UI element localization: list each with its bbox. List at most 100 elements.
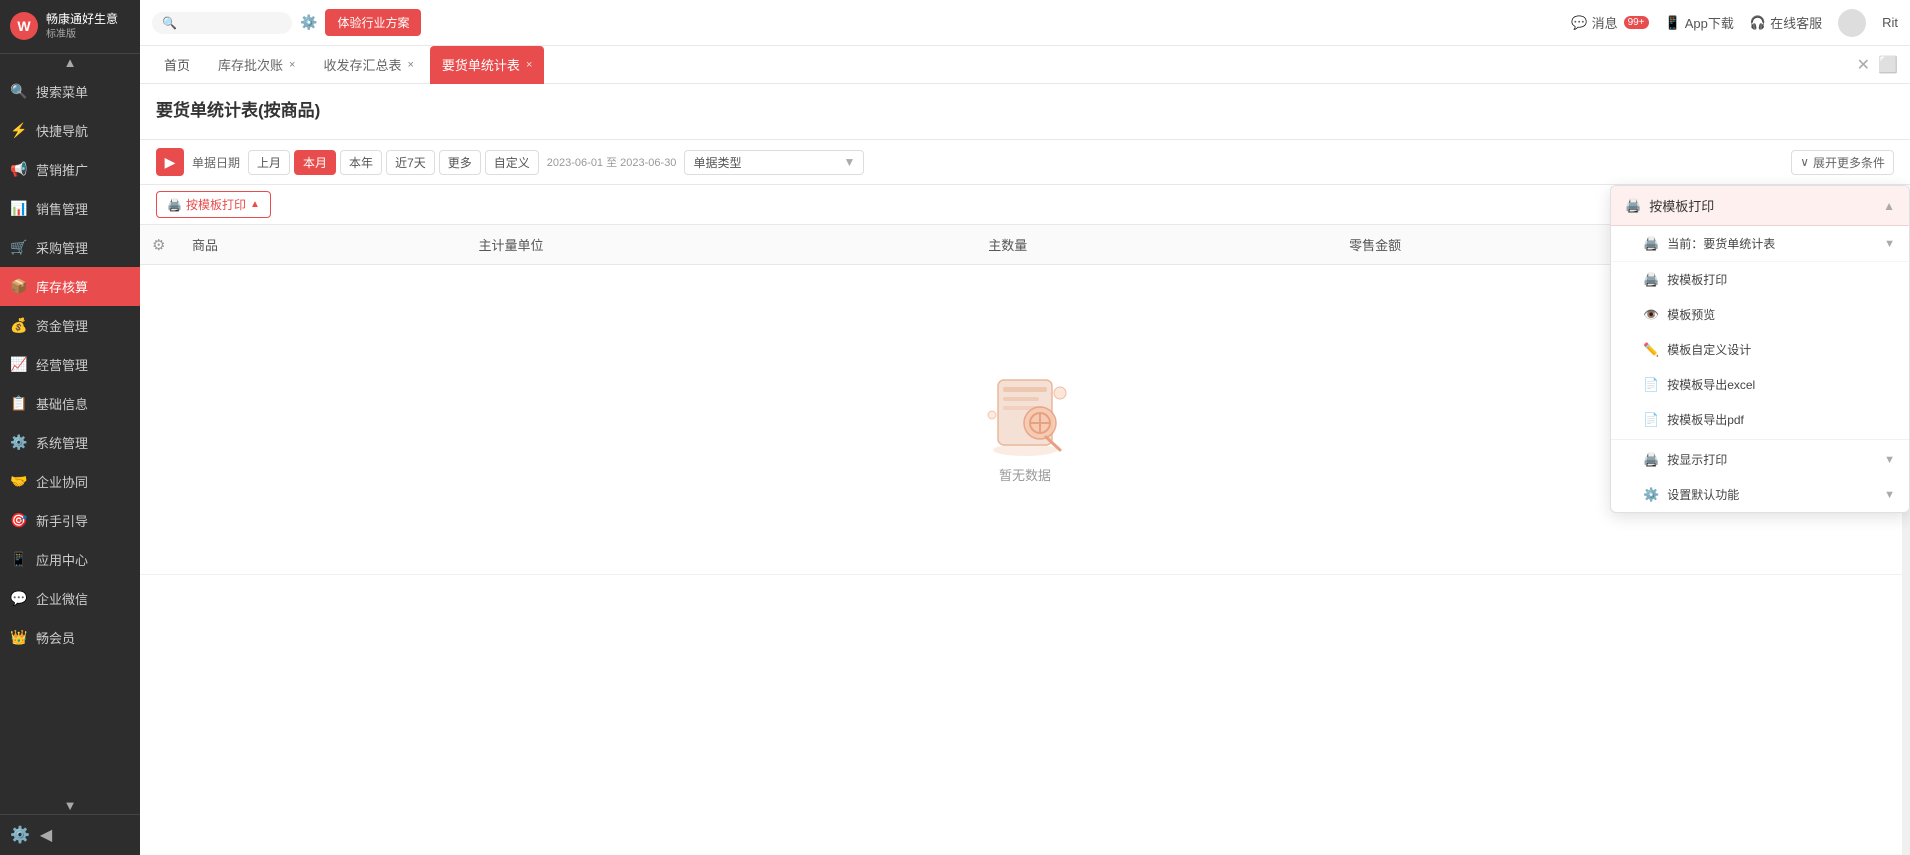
page-title: 要货单统计表(按商品) — [156, 96, 1894, 121]
table-col-unit: 主计量单位 — [466, 225, 976, 265]
quick-nav-icon: ⚡ — [10, 121, 28, 139]
date-btn-this-month[interactable]: 本月 — [294, 150, 336, 175]
date-btn-more[interactable]: 更多 — [439, 150, 481, 175]
industry-btn[interactable]: 体验行业方案 — [325, 9, 421, 36]
sidebar-item-quick-nav[interactable]: ⚡ 快捷导航 — [0, 111, 140, 150]
sidebar-item-member[interactable]: 👑 畅会员 — [0, 618, 140, 657]
operation-icon: 📈 — [10, 355, 28, 373]
print-label: 按模板打印 — [186, 196, 246, 213]
current-arrow-icon: ▼ — [1884, 238, 1895, 250]
template-pdf-label: 按模板导出pdf — [1667, 411, 1895, 428]
topbar-search-box[interactable]: 🔍 — [152, 12, 292, 34]
default-settings-arrow: ▼ — [1884, 489, 1895, 501]
tab-batch-account-close[interactable]: × — [289, 59, 295, 71]
table-settings-icon[interactable]: ⚙ — [152, 237, 165, 254]
app-center-icon: 📱 — [10, 550, 28, 568]
system-icon: ⚙️ — [10, 433, 28, 451]
wechat-icon: 💬 — [10, 589, 28, 607]
table-col-goods: 商品 — [180, 225, 466, 265]
tab-receipt-summary-close[interactable]: × — [407, 59, 413, 71]
sidebar-item-label: 经营管理 — [36, 355, 88, 374]
tab-requisition-stats-close[interactable]: × — [526, 59, 532, 71]
template-divider-1 — [1611, 439, 1909, 440]
sidebar-item-system[interactable]: ⚙️ 系统管理 — [0, 423, 140, 462]
template-preview-label: 模板预览 — [1667, 306, 1895, 323]
message-btn[interactable]: 💬 消息 99+ — [1571, 13, 1648, 32]
page-toolbar: 🖨️ 按模板打印 ▲ ↗ 导出 ↺ 刷新 ··· 查询 设置 🖨️ 按模板打印 … — [140, 185, 1910, 225]
collapse-btn[interactable]: ◀ — [40, 825, 52, 845]
sidebar-item-sales[interactable]: 📊 销售管理 — [0, 189, 140, 228]
sidebar-item-label: 营销推广 — [36, 160, 88, 179]
settings-bottom-btn[interactable]: ⚙️ — [10, 825, 30, 845]
tab-receipt-summary-label: 收发存汇总表 — [323, 55, 401, 74]
topbar-settings-icon[interactable]: ⚙️ — [300, 14, 317, 31]
template-dropdown-header[interactable]: 🖨️ 按模板打印 ▲ — [1611, 186, 1909, 226]
sidebar-item-finance[interactable]: 💰 资金管理 — [0, 306, 140, 345]
inventory-icon: 📦 — [10, 277, 28, 295]
tab-requisition-stats[interactable]: 要货单统计表 × — [430, 46, 544, 84]
online-service-btn[interactable]: 🎧 在线客服 — [1750, 13, 1822, 32]
date-btn-7days[interactable]: 近7天 — [386, 150, 435, 175]
sidebar-item-operation[interactable]: 📈 经营管理 — [0, 345, 140, 384]
main-content: 🔍 ⚙️ 体验行业方案 💬 消息 99+ 📱 App下载 🎧 在线客服 Ri — [140, 0, 1910, 855]
sidebar-scroll-up[interactable]: ▲ — [0, 54, 140, 72]
maximize-window-icon[interactable]: ⬜ — [1878, 55, 1898, 75]
member-icon: 👑 — [10, 628, 28, 646]
date-btn-this-year[interactable]: 本年 — [340, 150, 382, 175]
tabs-bar: 首页 库存批次账 × 收发存汇总表 × 要货单统计表 × ✕ ⬜ — [140, 46, 1910, 84]
message-badge: 99+ — [1624, 16, 1649, 29]
user-avatar[interactable] — [1838, 9, 1866, 37]
date-btn-custom[interactable]: 自定义 — [485, 150, 539, 175]
template-item-default-settings[interactable]: ⚙️ 设置默认功能 ▼ — [1611, 477, 1909, 512]
template-current-item[interactable]: 🖨️ 当前：要货单统计表 ▼ — [1611, 226, 1909, 262]
sidebar-item-wechat[interactable]: 💬 企业微信 — [0, 579, 140, 618]
template-item-preview[interactable]: 👁️ 模板预览 — [1611, 297, 1909, 332]
date-btn-last-month[interactable]: 上月 — [248, 150, 290, 175]
app-download-btn[interactable]: 📱 App下载 — [1665, 13, 1734, 32]
purchase-icon: 🛒 — [10, 238, 28, 256]
chevron-down-icon: ▼ — [844, 155, 856, 169]
expand-more-btn[interactable]: ∨ 展开更多条件 — [1791, 150, 1894, 175]
print-arrow-icon: ▲ — [250, 199, 260, 210]
sidebar: W 畅康通好生意 标准版 ▲ 🔍 搜索菜单 ⚡ 快捷导航 📢 营销推广 📊 销售… — [0, 0, 140, 855]
sidebar-item-label: 快捷导航 — [36, 121, 88, 140]
print-template-btn[interactable]: 🖨️ 按模板打印 ▲ — [156, 191, 271, 218]
template-item-print[interactable]: 🖨️ 按模板打印 — [1611, 262, 1909, 297]
sidebar-item-label: 企业协同 — [36, 472, 88, 491]
sidebar-bottom: ⚙️ ◀ — [0, 814, 140, 855]
sidebar-item-label: 资金管理 — [36, 316, 88, 335]
template-pdf-icon: 📄 — [1643, 412, 1659, 428]
sidebar-item-marketing[interactable]: 📢 营销推广 — [0, 150, 140, 189]
tab-batch-account[interactable]: 库存批次账 × — [206, 46, 307, 84]
search-icon: 🔍 — [10, 82, 28, 100]
topbar-search-icon: 🔍 — [162, 16, 177, 30]
tab-home[interactable]: 首页 — [152, 46, 202, 84]
template-item-export-pdf[interactable]: 📄 按模板导出pdf — [1611, 402, 1909, 437]
sidebar-item-label: 采购管理 — [36, 238, 88, 257]
close-window-icon[interactable]: ✕ — [1857, 55, 1870, 75]
sidebar-item-enterprise[interactable]: 🤝 企业协同 — [0, 462, 140, 501]
type-filter-select[interactable]: 单据类型 ▼ — [684, 150, 864, 175]
page-header: 要货单统计表(按商品) — [140, 84, 1910, 140]
sidebar-item-basic-info[interactable]: 📋 基础信息 — [0, 384, 140, 423]
logo-text: 畅康通好生意 标准版 — [46, 12, 118, 41]
template-item-design[interactable]: ✏️ 模板自定义设计 — [1611, 332, 1909, 367]
template-item-display-print[interactable]: 🖨️ 按显示打印 ▼ — [1611, 442, 1909, 477]
sidebar-scroll-down[interactable]: ▼ — [0, 796, 140, 814]
sidebar-item-guide[interactable]: 🎯 新手引导 — [0, 501, 140, 540]
sidebar-item-label: 基础信息 — [36, 394, 88, 413]
username-label[interactable]: Rit — [1882, 15, 1898, 30]
template-excel-label: 按模板导出excel — [1667, 376, 1895, 393]
expand-icon: ∨ — [1800, 155, 1809, 169]
sidebar-item-inventory[interactable]: 📦 库存核算 — [0, 267, 140, 306]
sidebar-item-app-center[interactable]: 📱 应用中心 — [0, 540, 140, 579]
username-text: Rit — [1882, 15, 1898, 30]
tab-receipt-summary[interactable]: 收发存汇总表 × — [311, 46, 425, 84]
date-range-text: 2023-06-01 至 2023-06-30 — [547, 154, 677, 170]
filter-toggle-btn[interactable]: ▶ — [156, 148, 184, 176]
sidebar-item-search[interactable]: 🔍 搜索菜单 — [0, 72, 140, 111]
printer-icon: 🖨️ — [167, 198, 182, 212]
sidebar-item-purchase[interactable]: 🛒 采购管理 — [0, 228, 140, 267]
sidebar-item-label: 企业微信 — [36, 589, 88, 608]
template-item-export-excel[interactable]: 📄 按模板导出excel — [1611, 367, 1909, 402]
